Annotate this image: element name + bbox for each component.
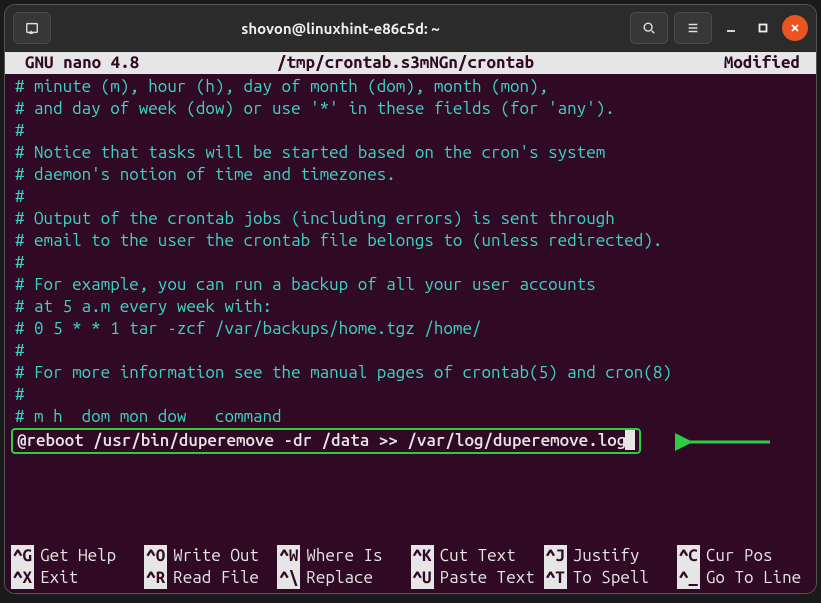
nano-shortcuts: ^GGet Help ^OWrite Out ^WWhere Is ^KCut …	[5, 545, 816, 593]
terminal-area[interactable]: GNU nano 4.8 /tmp/crontab.s3mNGn/crontab…	[5, 52, 816, 593]
editor-line: # m h dom mon dow command	[5, 406, 816, 428]
shortcut[interactable]: ^XExit	[11, 567, 144, 589]
menu-button[interactable]	[674, 12, 712, 44]
editor-line: #	[5, 120, 816, 142]
editor-content: # minute (m), hour (h), day of month (do…	[5, 74, 816, 454]
editor-line: # daemon's notion of time and timezones.	[5, 164, 816, 186]
shortcut[interactable]: ^KCut Text	[411, 545, 544, 567]
highlight-box: @reboot /usr/bin/duperemove -dr /data >>…	[11, 428, 641, 454]
titlebar: shovon@linuxhint-e86c5d: ~	[5, 5, 816, 52]
editor-line: # minute (m), hour (h), day of month (do…	[5, 76, 816, 98]
shortcut[interactable]: ^GGet Help	[11, 545, 144, 567]
annotation-arrow-icon	[675, 432, 775, 452]
close-button[interactable]	[782, 15, 808, 41]
highlighted-command: @reboot /usr/bin/duperemove -dr /data >>…	[17, 431, 626, 450]
editor-line: # For example, you can run a backup of a…	[5, 274, 816, 296]
maximize-button[interactable]	[750, 15, 776, 41]
shortcut[interactable]: ^UPaste Text	[411, 567, 544, 589]
shortcut[interactable]: ^JJustify	[544, 545, 677, 567]
cursor	[625, 430, 635, 450]
editor-line: # Notice that tasks will be started base…	[5, 142, 816, 164]
window-title: shovon@linuxhint-e86c5d: ~	[57, 20, 624, 37]
shortcut[interactable]: ^TTo Spell	[544, 567, 677, 589]
nano-status: Modified	[724, 52, 814, 74]
editor-line: # 0 5 * * 1 tar -zcf /var/backups/home.t…	[5, 318, 816, 340]
shortcut[interactable]: ^WWhere Is	[277, 545, 410, 567]
editor-line: #	[5, 252, 816, 274]
shortcut[interactable]: ^OWrite Out	[144, 545, 277, 567]
editor-line: #	[5, 186, 816, 208]
highlighted-line-wrapper: @reboot /usr/bin/duperemove -dr /data >>…	[5, 428, 816, 454]
shortcut-row: ^XExit ^RRead File ^\Replace ^UPaste Tex…	[11, 567, 810, 589]
editor-line: # Output of the crontab jobs (including …	[5, 208, 816, 230]
editor-line: # For more information see the manual pa…	[5, 362, 816, 384]
shortcut-row: ^GGet Help ^OWrite Out ^WWhere Is ^KCut …	[11, 545, 810, 567]
editor-line: # and day of week (dow) or use '*' in th…	[5, 98, 816, 120]
terminal-window: shovon@linuxhint-e86c5d: ~ GNU nano 4.8 …	[5, 5, 816, 593]
editor-line: # email to the user the crontab file bel…	[5, 230, 816, 252]
editor-line: #	[5, 384, 816, 406]
editor-line: # at 5 a.m every week with:	[5, 296, 816, 318]
search-button[interactable]	[630, 12, 668, 44]
nano-header: GNU nano 4.8 /tmp/crontab.s3mNGn/crontab…	[5, 52, 816, 74]
shortcut[interactable]: ^CCur Pos	[677, 545, 810, 567]
editor-line: #	[5, 340, 816, 362]
shortcut[interactable]: ^RRead File	[144, 567, 277, 589]
shortcut[interactable]: ^\Replace	[277, 567, 410, 589]
nano-file-path: /tmp/crontab.s3mNGn/crontab	[277, 52, 724, 74]
shortcut[interactable]: ^_Go To Line	[677, 567, 810, 589]
minimize-button[interactable]	[718, 15, 744, 41]
new-tab-button[interactable]	[13, 12, 51, 44]
nano-app-name: GNU nano 4.8	[7, 52, 277, 74]
